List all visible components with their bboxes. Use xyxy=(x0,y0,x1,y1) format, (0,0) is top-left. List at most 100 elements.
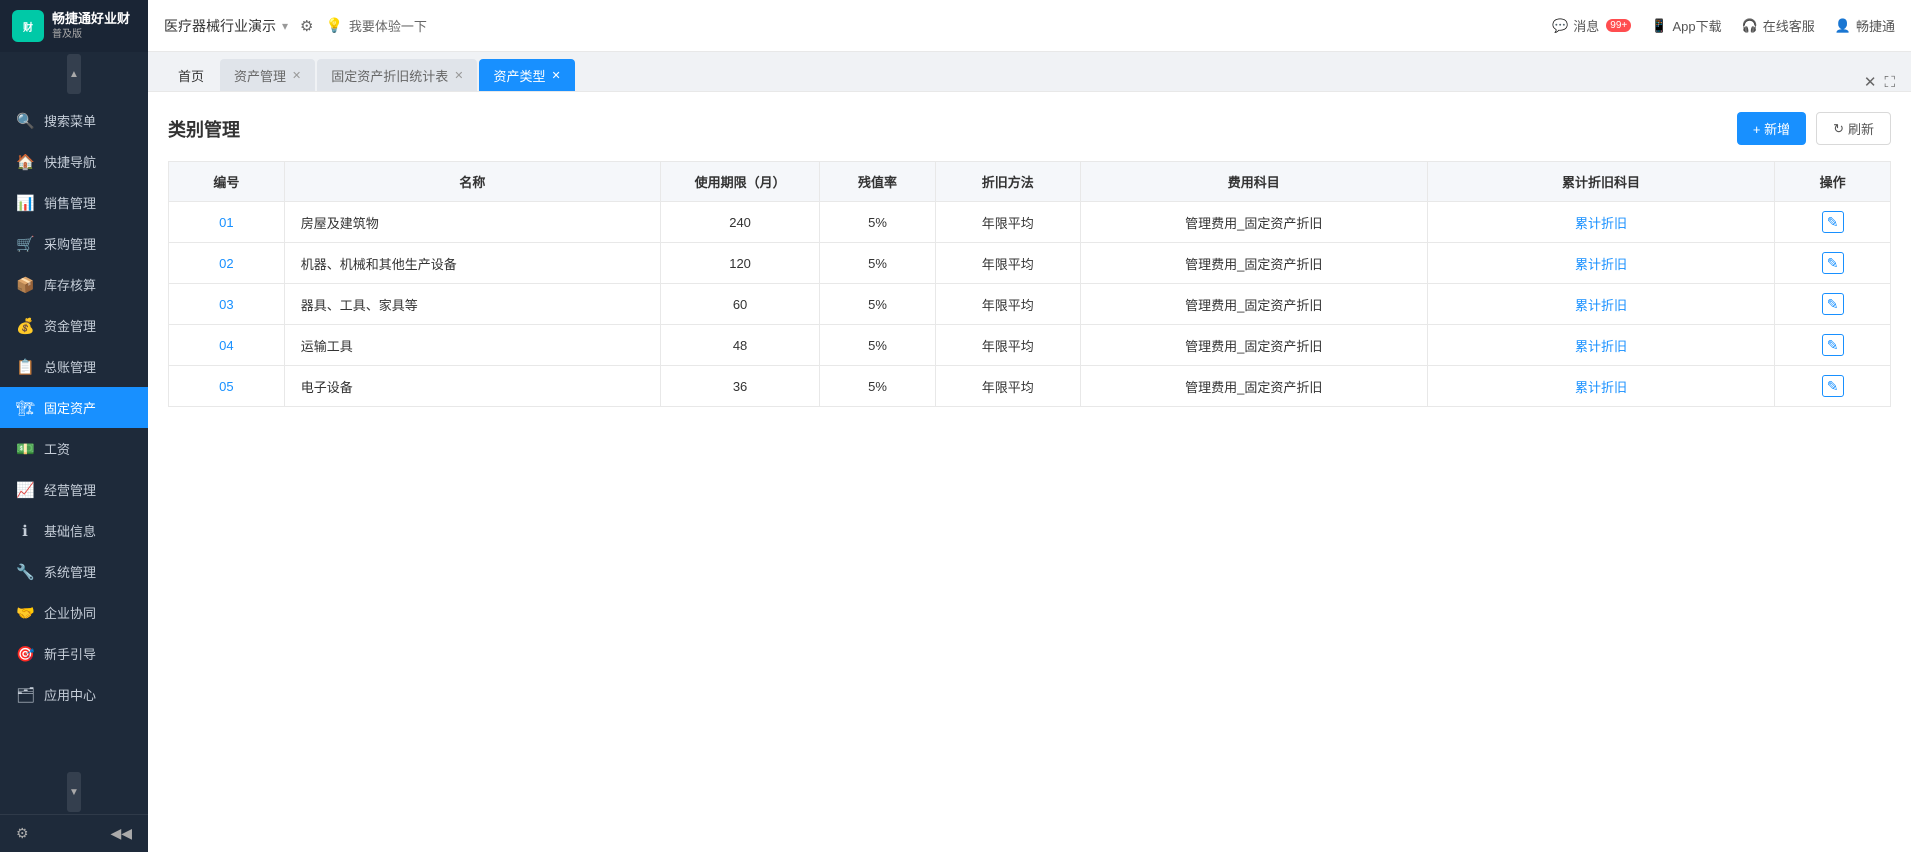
sidebar-item-label: 采购管理 xyxy=(44,234,96,253)
cell-method: 年限平均 xyxy=(935,202,1080,243)
demo-button[interactable]: 💡 我要体验一下 xyxy=(325,16,426,35)
finance-icon: 💰 xyxy=(16,317,34,335)
tab-home-label: 首页 xyxy=(178,66,204,85)
cell-name: 电子设备 xyxy=(284,366,660,407)
cell-expense: 管理费用_固定资产折旧 xyxy=(1080,325,1427,366)
cell-residual: 5% xyxy=(820,325,936,366)
topbar-gear-icon[interactable]: ⚙ xyxy=(300,17,313,35)
sidebar-item-ops[interactable]: 📈 经营管理 xyxy=(0,469,148,510)
cell-method: 年限平均 xyxy=(935,325,1080,366)
maximize-window-button[interactable]: ⛶ xyxy=(1884,74,1895,91)
close-window-button[interactable]: ✕ xyxy=(1864,73,1877,91)
sidebar-item-search[interactable]: 🔍 搜索菜单 xyxy=(0,100,148,141)
sidebar-item-sales[interactable]: 📊 销售管理 xyxy=(0,182,148,223)
cell-period: 60 xyxy=(660,284,819,325)
sidebar-scroll-up[interactable]: ▲ xyxy=(67,54,81,94)
sidebar-item-inventory[interactable]: 📦 库存核算 xyxy=(0,264,148,305)
sidebar-item-finance[interactable]: 💰 资金管理 xyxy=(0,305,148,346)
app-download-button[interactable]: 📱 App下载 xyxy=(1651,16,1721,35)
sidebar-item-apps[interactable]: 🗂 应用中心 xyxy=(0,674,148,715)
refresh-button[interactable]: ↻ 刷新 xyxy=(1816,112,1891,145)
guide-icon: 🎯 xyxy=(16,645,34,663)
cell-period: 240 xyxy=(660,202,819,243)
sidebar-item-basic[interactable]: ℹ 基础信息 xyxy=(0,510,148,551)
content-area: 类别管理 + 新增 ↻ 刷新 编号 名称 使用期限（月） 残值率 折旧方法 费用… xyxy=(148,92,1911,852)
cell-action: ✎ xyxy=(1775,284,1891,325)
tab-home[interactable]: 首页 xyxy=(164,59,218,91)
sidebar-item-label: 快捷导航 xyxy=(44,152,96,171)
cell-action: ✎ xyxy=(1775,325,1891,366)
table-row: 04 运输工具 48 5% 年限平均 管理费用_固定资产折旧 累计折旧 ✎ xyxy=(169,325,1891,366)
sidebar-item-label: 新手引导 xyxy=(44,644,96,663)
cell-residual: 5% xyxy=(820,366,936,407)
cell-method: 年限平均 xyxy=(935,366,1080,407)
customer-service-label: 在线客服 xyxy=(1763,16,1815,35)
cell-code: 04 xyxy=(169,325,285,366)
home-icon: 🏠 xyxy=(16,153,34,171)
cell-expense: 管理费用_固定资产折旧 xyxy=(1080,202,1427,243)
settings-icon[interactable]: ⚙ xyxy=(16,825,29,842)
cell-accumulated: 累计折旧 xyxy=(1427,284,1774,325)
tab-close-icon[interactable]: ✕ xyxy=(552,69,561,82)
sidebar-item-label: 销售管理 xyxy=(44,193,96,212)
tab-close-icon[interactable]: ✕ xyxy=(292,69,301,82)
company-title[interactable]: 医疗器械行业演示 ▾ xyxy=(164,16,288,36)
customer-service-icon: 🎧 xyxy=(1742,18,1758,34)
cell-code: 03 xyxy=(169,284,285,325)
edit-button[interactable]: ✎ xyxy=(1822,334,1844,356)
new-button[interactable]: + 新增 xyxy=(1737,112,1806,145)
sidebar-item-guide[interactable]: 🎯 新手引导 xyxy=(0,633,148,674)
col-residual: 残值率 xyxy=(820,162,936,202)
cell-accumulated: 累计折旧 xyxy=(1427,366,1774,407)
sidebar-footer: ⚙ ◀◀ xyxy=(0,814,148,852)
user-menu[interactable]: 👤 畅捷通 xyxy=(1835,16,1895,35)
col-period: 使用期限（月） xyxy=(660,162,819,202)
basic-icon: ℹ xyxy=(16,522,34,540)
sidebar-item-label: 基础信息 xyxy=(44,521,96,540)
logo-text: 畅捷通好业财 普及版 xyxy=(52,11,130,41)
dropdown-arrow-icon: ▾ xyxy=(282,19,288,33)
cell-expense: 管理费用_固定资产折旧 xyxy=(1080,284,1427,325)
collapse-icon[interactable]: ◀◀ xyxy=(110,825,132,842)
message-badge: 99+ xyxy=(1606,19,1631,32)
col-accumulated: 累计折旧科目 xyxy=(1427,162,1774,202)
col-method: 折旧方法 xyxy=(935,162,1080,202)
customer-service-button[interactable]: 🎧 在线客服 xyxy=(1742,16,1815,35)
asset-type-table: 编号 名称 使用期限（月） 残值率 折旧方法 费用科目 累计折旧科目 操作 01… xyxy=(168,161,1891,407)
message-button[interactable]: 💬 消息 99+ xyxy=(1552,16,1631,35)
cell-residual: 5% xyxy=(820,202,936,243)
sidebar-item-fixed[interactable]: 🏗 固定资产 xyxy=(0,387,148,428)
sidebar-item-quicknav[interactable]: 🏠 快捷导航 xyxy=(0,141,148,182)
demo-icon: 💡 xyxy=(325,17,342,34)
cell-expense: 管理费用_固定资产折旧 xyxy=(1080,243,1427,284)
sidebar-item-purchase[interactable]: 🛒 采购管理 xyxy=(0,223,148,264)
cell-code: 02 xyxy=(169,243,285,284)
cell-accumulated: 累计折旧 xyxy=(1427,202,1774,243)
edit-button[interactable]: ✎ xyxy=(1822,375,1844,397)
tabbar: 首页 资产管理 ✕ 固定资产折旧统计表 ✕ 资产类型 ✕ ✕ ⛶ xyxy=(148,52,1911,92)
sidebar-item-collab[interactable]: 🤝 企业协同 xyxy=(0,592,148,633)
edit-button[interactable]: ✎ xyxy=(1822,211,1844,233)
sidebar-item-ledger[interactable]: 📋 总账管理 xyxy=(0,346,148,387)
tab-asset-type[interactable]: 资产类型 ✕ xyxy=(479,59,574,91)
sales-icon: 📊 xyxy=(16,194,34,212)
edit-button[interactable]: ✎ xyxy=(1822,293,1844,315)
cell-residual: 5% xyxy=(820,243,936,284)
tab-close-icon[interactable]: ✕ xyxy=(454,69,463,82)
inventory-icon: 📦 xyxy=(16,276,34,294)
logo-icon: 财 xyxy=(12,10,44,42)
tab-asset-management[interactable]: 资产管理 ✕ xyxy=(220,59,315,91)
edit-button[interactable]: ✎ xyxy=(1822,252,1844,274)
tab-depreciation-label: 固定资产折旧统计表 xyxy=(331,66,448,85)
tab-depreciation-report[interactable]: 固定资产折旧统计表 ✕ xyxy=(317,59,477,91)
sidebar-item-system[interactable]: 🔧 系统管理 xyxy=(0,551,148,592)
tabbar-actions: ✕ ⛶ xyxy=(1864,73,1895,91)
cell-accumulated: 累计折旧 xyxy=(1427,243,1774,284)
page-header: 类别管理 + 新增 ↻ 刷新 xyxy=(168,112,1891,145)
sidebar-item-payroll[interactable]: 💵 工资 xyxy=(0,428,148,469)
cell-residual: 5% xyxy=(820,284,936,325)
col-name: 名称 xyxy=(284,162,660,202)
system-icon: 🔧 xyxy=(16,563,34,581)
sidebar-scroll-down[interactable]: ▼ xyxy=(67,772,81,812)
cell-name: 机器、机械和其他生产设备 xyxy=(284,243,660,284)
